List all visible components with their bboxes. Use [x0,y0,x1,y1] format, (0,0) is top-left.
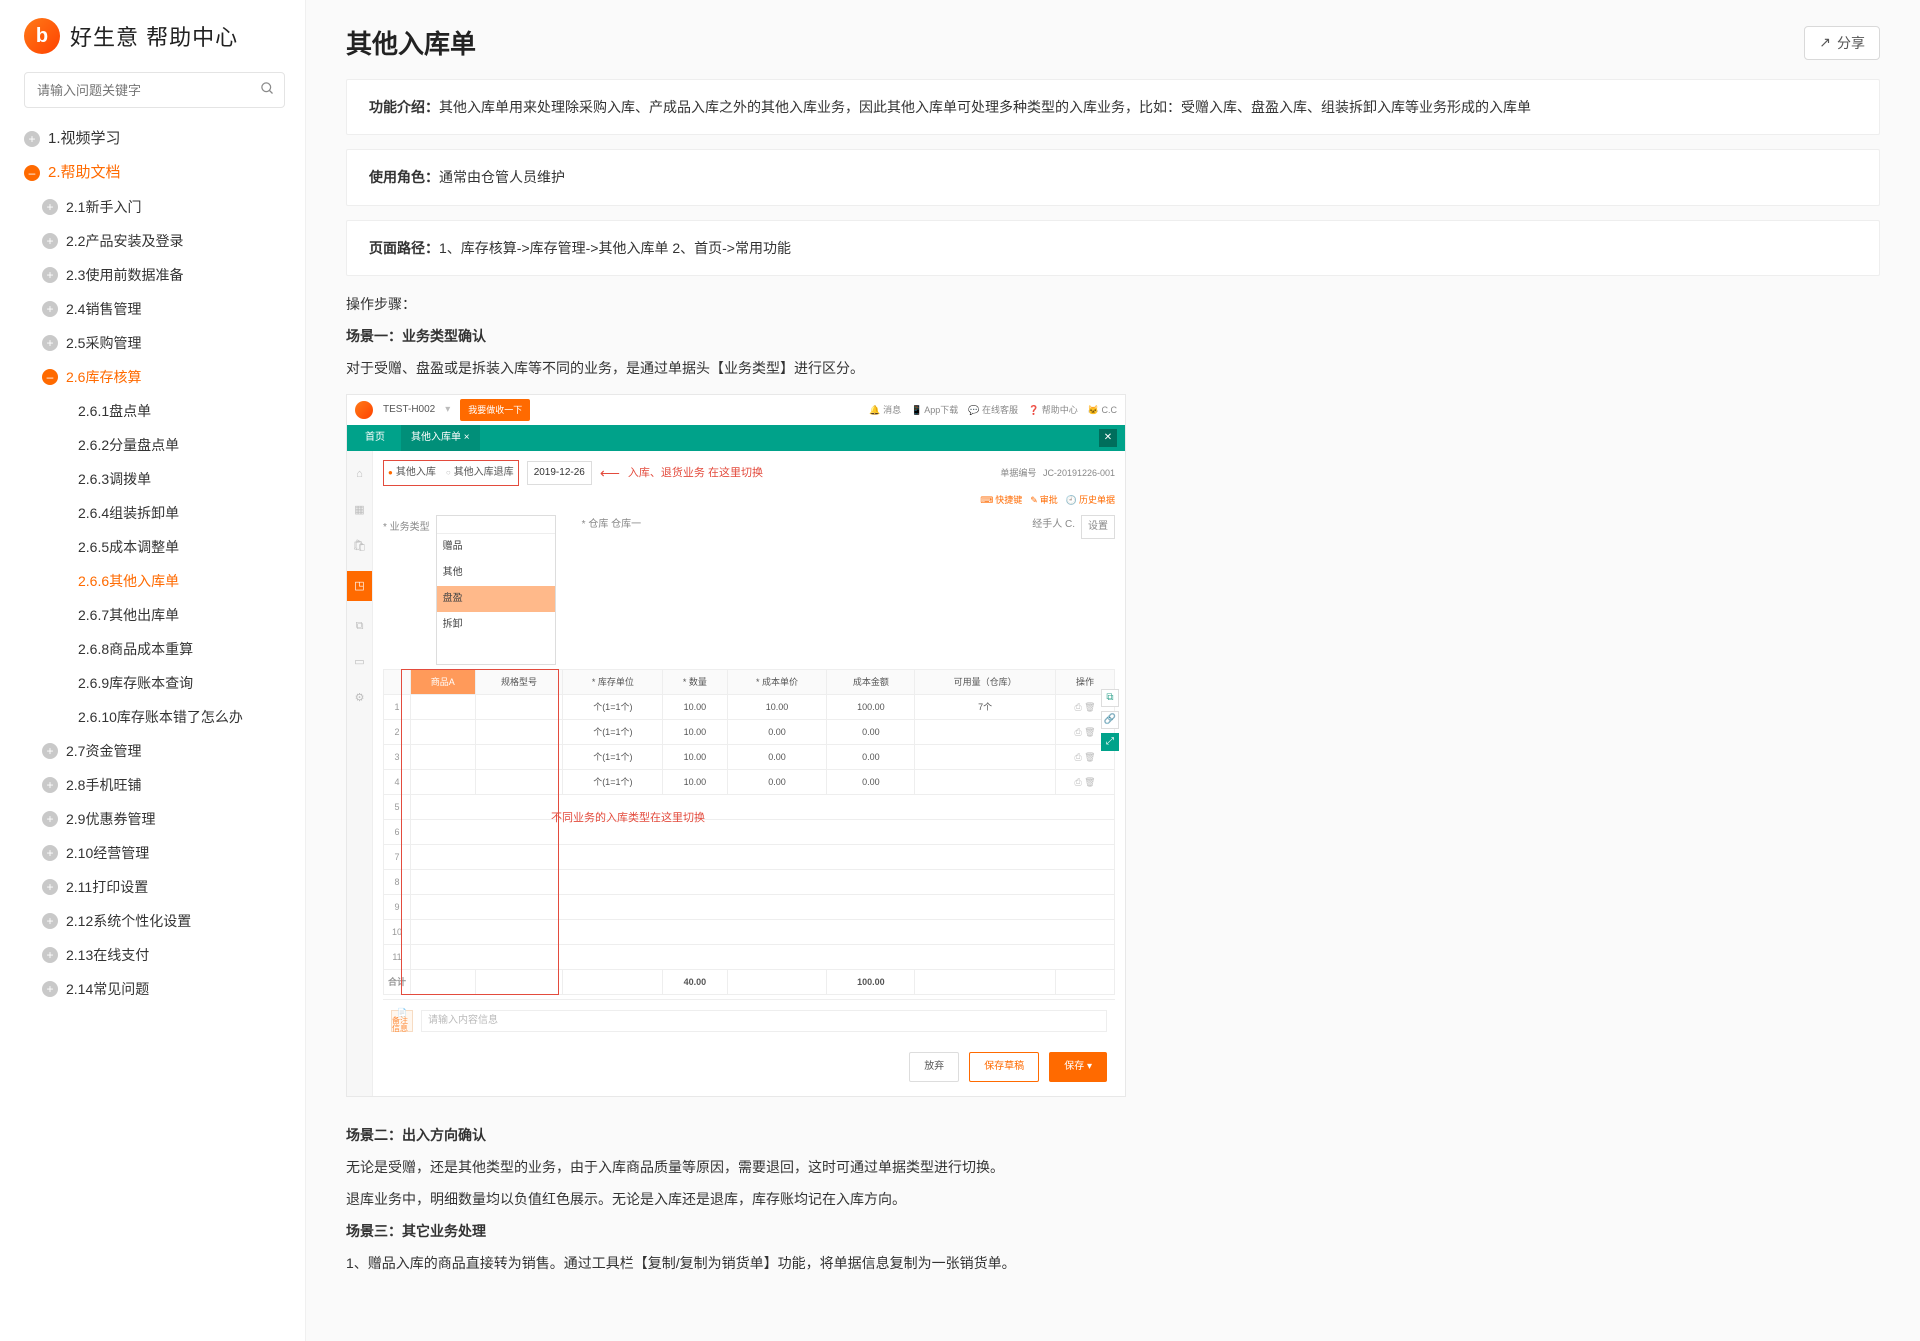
nav-2-6-6[interactable]: 2.6.6其他入库单 [24,564,285,598]
nav-2-3[interactable]: +2.3使用前数据准备 [24,258,285,292]
biz-type-label: * 业务类型 [383,515,430,538]
side-copy-icon: ⧉ [1101,689,1119,707]
scene2-h: 场景二：出入方向确认 [346,1121,1880,1149]
arrow-icon: ⟵ [600,459,620,487]
brand-title: 好生意 帮助中心 [70,20,238,52]
link-approve: ✎ 审批 [1030,491,1058,509]
nav-2-6-8[interactable]: 2.6.8商品成本重算 [24,632,285,666]
scene2-p1: 无论是受赠，还是其他类型的业务，由于入库商品质量等原因，需要退回，这时可通过单据… [346,1153,1880,1181]
nav-2-4[interactable]: +2.4销售管理 [24,292,285,326]
date-input: 2019-12-26 [527,461,592,485]
embedded-screenshot: TEST-H002 ▾ 我要做收一下 🔔 消息 📱 App下载 💬 在线客服 ❓… [346,394,1126,1097]
nav-2-1[interactable]: +2.1新手入门 [24,190,285,224]
doc-type-radio: 其他入库 其他入库退库 [383,460,519,486]
btn-discard: 放弃 [909,1052,959,1082]
nav-2-2[interactable]: +2.2产品安装及登录 [24,224,285,258]
share-button[interactable]: ↗ 分享 [1804,26,1880,60]
remark-input: 请输入内容信息 [421,1010,1107,1032]
brand-row: b 好生意 帮助中心 [24,18,285,54]
annotation-2: 不同业务的入库类型在这里切换 [551,807,705,829]
nav-2-14[interactable]: +2.14常见问题 [24,972,285,1006]
ops-label: 操作步骤： [346,290,1880,318]
scene3-p: 1、赠品入库的商品直接转为销售。通过工具栏【复制/复制为销货单】功能，将单据信息… [346,1249,1880,1277]
rail: ⌂ ▦ 🛍 ◳ ⧉ ▭ ⚙ [347,451,373,1096]
rail-box-icon: ▦ [354,499,364,521]
grid-side-icons: ⧉ 🔗 ⤢ [1101,689,1119,751]
rail-bag-icon: 🛍 [353,535,367,557]
nav-help-docs[interactable]: –2.帮助文档 [24,156,285,190]
mini-logo-icon [355,401,373,419]
btn-settings: 设置 [1081,515,1115,539]
nav-2-6-9[interactable]: 2.6.9库存账本查询 [24,666,285,700]
nav-tree: +1.视频学习 –2.帮助文档 +2.1新手入门 +2.2产品安装及登录 +2.… [24,122,285,1006]
nav-2-8[interactable]: +2.8手机旺铺 [24,768,285,802]
rail-card-icon: ▭ [354,651,364,673]
top-msg: 🔔 消息 [869,401,901,419]
nav-video[interactable]: +1.视频学习 [24,122,285,156]
close-icon: ✕ [1099,429,1117,447]
search-box [24,72,285,108]
top-help: ❓ 帮助中心 [1028,401,1078,419]
side-link-icon: 🔗 [1101,711,1119,729]
nav-2-13[interactable]: +2.13在线支付 [24,938,285,972]
nav-2-12[interactable]: +2.12系统个性化设置 [24,904,285,938]
link-history: 🕘 历史单据 [1066,491,1115,509]
nav-2-9[interactable]: +2.9优惠券管理 [24,802,285,836]
page-title: 其他入库单 [346,24,476,61]
doc-no: 单据编号 JC-20191226-001 [1000,464,1115,482]
top-cs: 💬 在线客服 [968,401,1018,419]
panel-role: 使用角色：通常由仓管人员维护 [346,149,1880,205]
panel-function: 功能介绍：其他入库单用来处理除采购入库、产成品入库之外的其他入库业务，因此其他入… [346,79,1880,135]
rail-home-icon: ⌂ [356,463,363,485]
nav-2-11[interactable]: +2.11打印设置 [24,870,285,904]
article-body: 操作步骤： 场景一：业务类型确认 对于受赠、盘盈或是拆装入库等不同的业务，是通过… [346,290,1880,1277]
nav-2-6-7[interactable]: 2.6.7其他出库单 [24,598,285,632]
content: 其他入库单 ↗ 分享 功能介绍：其他入库单用来处理除采购入库、产成品入库之外的其… [306,0,1920,1341]
link-shortcut: ⌨ 快捷键 [980,491,1022,509]
remark-icon: 📄备注信息 [391,1010,413,1032]
nav-2-6-4[interactable]: 2.6.4组装拆卸单 [24,496,285,530]
top-avatar: 🐱 C.C [1088,401,1117,419]
tab-home: 首页 [355,425,395,451]
nav-2-10[interactable]: +2.10经营管理 [24,836,285,870]
share-icon: ↗ [1819,34,1831,51]
env-label: TEST-H002 [383,400,435,420]
panel-path: 页面路径：1、库存核算->库存管理->其他入库单 2、首页->常用功能 [346,220,1880,276]
tab-doc: 其他入库单 × [401,425,480,451]
nav-2-7[interactable]: +2.7资金管理 [24,734,285,768]
search-icon[interactable] [260,81,275,99]
nav-2-5[interactable]: +2.5采购管理 [24,326,285,360]
rail-chart-icon: ⧉ [356,615,364,637]
promo-pill: 我要做收一下 [460,399,530,421]
biz-type-dropdown: 赠品 其他 盘盈 拆卸 [436,515,556,665]
sidebar: b 好生意 帮助中心 +1.视频学习 –2.帮助文档 +2.1新手入门 +2.2… [0,0,306,1341]
nav-2-6-3[interactable]: 2.6.3调拨单 [24,462,285,496]
rail-gear-icon: ⚙ [355,687,365,709]
search-input[interactable] [24,72,285,108]
annotation-1: 入库、退货业务 在这里切换 [628,462,763,484]
btn-draft: 保存草稿 [969,1052,1039,1082]
nav-2-6-2[interactable]: 2.6.2分量盘点单 [24,428,285,462]
nav-2-6-1[interactable]: 2.6.1盘点单 [24,394,285,428]
nav-2-6-10[interactable]: 2.6.10库存账本错了怎么办 [24,700,285,734]
rail-current-icon: ◳ [347,571,372,601]
scene2-p2: 退库业务中，明细数量均以负值红色展示。无论是入库还是退库，库存账均记在入库方向。 [346,1185,1880,1213]
scene3-h: 场景三：其它业务处理 [346,1217,1880,1245]
top-app: 📱 App下载 [911,401,958,419]
btn-save: 保存 ▾ [1049,1052,1107,1082]
scene1-h: 场景一：业务类型确认 [346,322,1880,350]
scene1-p: 对于受赠、盘盈或是拆装入库等不同的业务，是通过单据头【业务类型】进行区分。 [346,354,1880,382]
brand-logo: b [24,18,60,54]
grid: 商品A规格型号* 库存单位* 数量* 成本单价成本金额可用量（仓库）操作 1个(… [383,669,1115,995]
nav-2-6-5[interactable]: 2.6.5成本调整单 [24,530,285,564]
side-expand-icon: ⤢ [1101,733,1119,751]
nav-2-6[interactable]: –2.6库存核算 [24,360,285,394]
